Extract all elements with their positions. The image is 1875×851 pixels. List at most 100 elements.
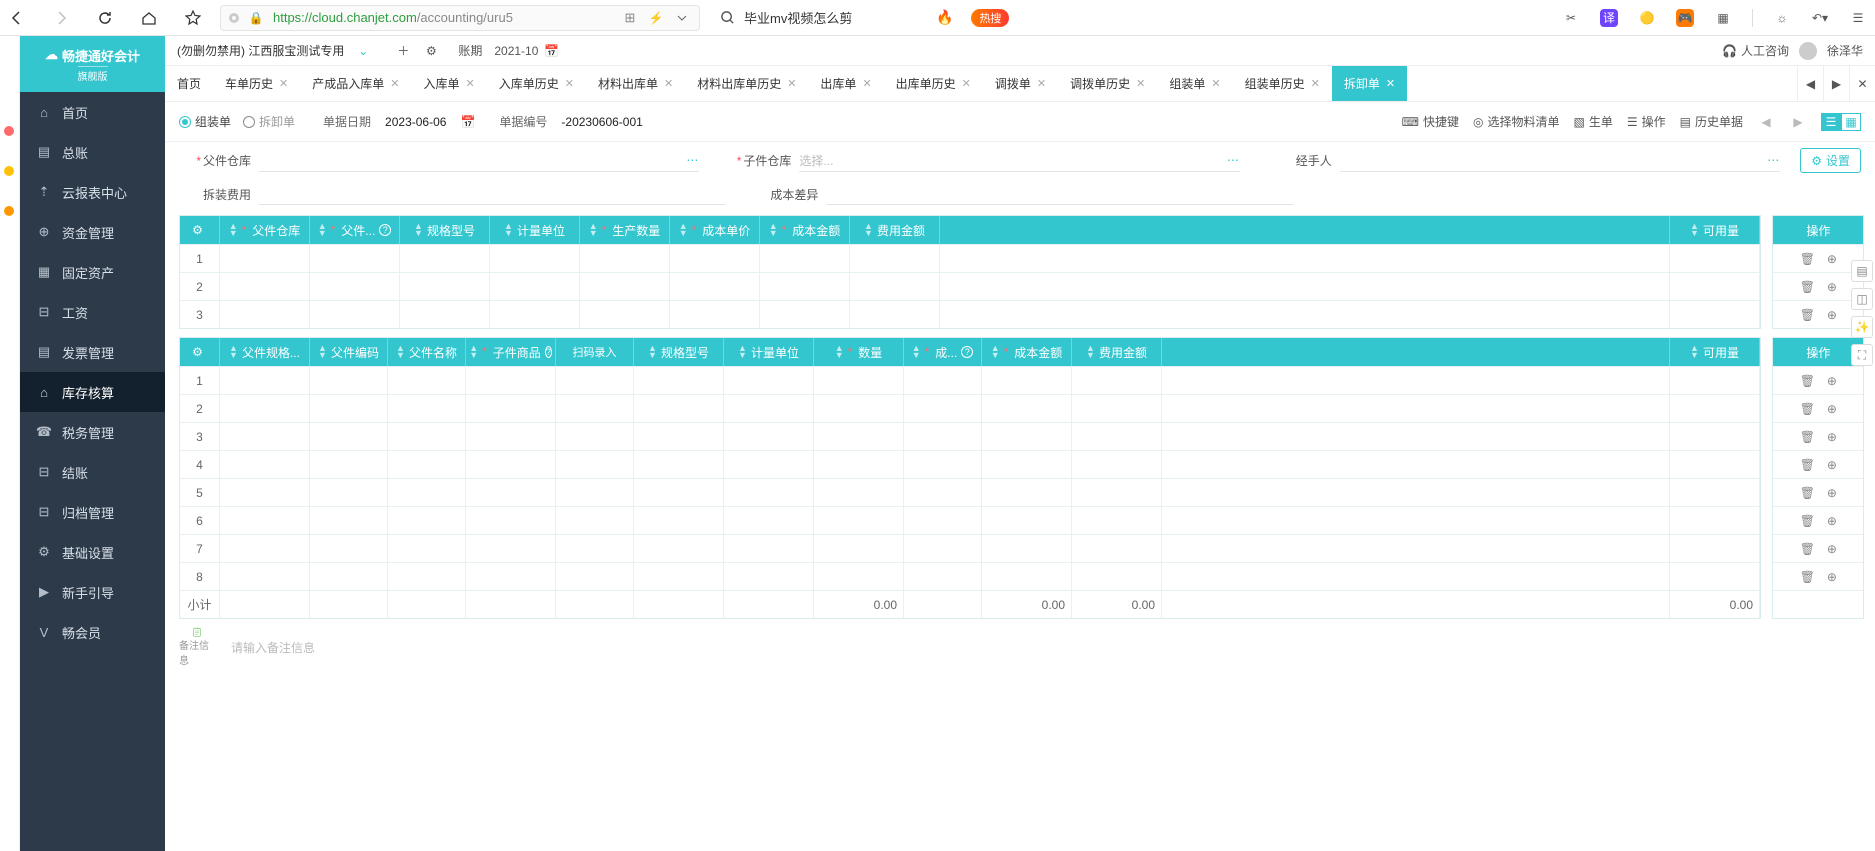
sort-icon[interactable]: ▲▼ <box>589 223 598 237</box>
cell[interactable] <box>1072 451 1162 478</box>
table-row[interactable]: 7 <box>180 534 1760 562</box>
cell[interactable] <box>1670 395 1760 422</box>
tabs-prev[interactable]: ◀ <box>1797 66 1823 101</box>
cell[interactable] <box>220 367 310 394</box>
cell[interactable] <box>388 423 466 450</box>
delete-icon[interactable]: 🗑 <box>1800 430 1815 444</box>
cell[interactable] <box>466 367 556 394</box>
cell[interactable] <box>388 563 466 590</box>
gear-icon[interactable]: ⚙ <box>422 42 440 60</box>
table-row[interactable]: 5 <box>180 478 1760 506</box>
cell[interactable] <box>814 563 904 590</box>
tab-入库单历史[interactable]: 入库单历史✕ <box>487 66 586 101</box>
tab-车单历史[interactable]: 车单历史✕ <box>213 66 300 101</box>
restore-icon[interactable]: ↶▾ <box>1811 9 1829 27</box>
user-name[interactable]: 徐泽华 <box>1827 42 1863 59</box>
cell[interactable] <box>814 395 904 422</box>
cell[interactable] <box>556 451 634 478</box>
cell[interactable] <box>904 535 982 562</box>
cell[interactable] <box>634 451 724 478</box>
cell[interactable] <box>634 507 724 534</box>
hot-label[interactable]: 热搜 <box>971 9 1009 27</box>
sort-icon[interactable]: ▲▼ <box>318 345 327 359</box>
chevron-down-icon[interactable] <box>673 9 691 27</box>
cell[interactable] <box>904 563 982 590</box>
game-icon[interactable]: 🎮 <box>1676 9 1694 27</box>
cell[interactable] <box>940 273 1670 300</box>
cell[interactable] <box>982 563 1072 590</box>
sort-icon[interactable]: ▲▼ <box>912 345 921 359</box>
sort-icon[interactable]: ▲▼ <box>414 223 423 237</box>
sidebar-item-report[interactable]: ⇡云报表中心 <box>20 172 165 212</box>
info-icon[interactable]: ? <box>545 346 552 358</box>
col-header[interactable]: ▲▼*数量 <box>814 338 904 366</box>
col-header[interactable]: ▲▼*父件...? <box>310 216 400 244</box>
tabs-close-all[interactable]: ✕ <box>1849 66 1875 101</box>
cell[interactable] <box>1670 423 1760 450</box>
cell[interactable] <box>388 451 466 478</box>
cell[interactable] <box>634 535 724 562</box>
cell[interactable] <box>1162 507 1670 534</box>
cell[interactable] <box>310 507 388 534</box>
cell[interactable] <box>220 479 310 506</box>
cell[interactable] <box>814 451 904 478</box>
sort-icon[interactable]: ▲▼ <box>679 223 688 237</box>
rt-magic-icon[interactable]: ✨ <box>1851 316 1873 338</box>
tab-出库单[interactable]: 出库单✕ <box>808 66 883 101</box>
delete-icon[interactable]: 🗑 <box>1800 374 1815 388</box>
cell[interactable] <box>388 479 466 506</box>
close-icon[interactable]: ✕ <box>862 77 871 90</box>
cell[interactable] <box>310 367 388 394</box>
col-header[interactable]: 扫码录入 <box>556 338 634 366</box>
reload-icon[interactable] <box>96 9 114 27</box>
handler-input[interactable]: ⋯ <box>1340 150 1780 172</box>
cell[interactable] <box>940 245 1670 272</box>
sidebar-item-asset[interactable]: ▦固定资产 <box>20 252 165 292</box>
cell[interactable] <box>982 423 1072 450</box>
cell[interactable] <box>760 301 850 328</box>
cell[interactable] <box>724 423 814 450</box>
cell[interactable] <box>1162 395 1670 422</box>
gear-icon[interactable]: ⚙ <box>192 345 203 359</box>
cell[interactable] <box>850 245 940 272</box>
cell[interactable] <box>310 395 388 422</box>
col-header[interactable]: ▲▼计量单位 <box>724 338 814 366</box>
cell[interactable] <box>220 451 310 478</box>
sort-icon[interactable]: ▲▼ <box>229 345 238 359</box>
col-header[interactable]: ▲▼父件规格... <box>220 338 310 366</box>
col-header[interactable] <box>940 216 1670 244</box>
cell[interactable] <box>556 507 634 534</box>
cell[interactable] <box>1670 535 1760 562</box>
more-icon[interactable]: ⋯ <box>1767 153 1780 167</box>
cell[interactable] <box>220 507 310 534</box>
cell[interactable] <box>220 273 310 300</box>
tab-调拨单[interactable]: 调拨单✕ <box>983 66 1058 101</box>
col-header[interactable]: ▲▼可用量 <box>1670 338 1760 366</box>
cell[interactable]: 8 <box>180 563 220 590</box>
cell[interactable] <box>310 245 400 272</box>
cell[interactable] <box>400 245 490 272</box>
cell[interactable] <box>490 245 580 272</box>
view-card[interactable]: ▦ <box>1841 113 1861 131</box>
add-row-icon[interactable]: ⊕ <box>1827 486 1837 500</box>
cell[interactable] <box>850 301 940 328</box>
table-row[interactable]: 2 <box>180 272 1760 300</box>
add-row-icon[interactable]: ⊕ <box>1827 308 1837 322</box>
cell[interactable] <box>400 301 490 328</box>
cell[interactable] <box>310 273 400 300</box>
calendar-icon[interactable]: 📅 <box>544 44 559 58</box>
cell[interactable] <box>388 507 466 534</box>
cell[interactable] <box>580 245 670 272</box>
cell[interactable]: 1 <box>180 367 220 394</box>
cell[interactable] <box>220 245 310 272</box>
wallet-icon[interactable]: 🟡 <box>1638 9 1656 27</box>
qr-icon[interactable]: ⊞ <box>621 9 639 27</box>
cell[interactable] <box>1670 563 1760 590</box>
sidebar-item-archive[interactable]: ⊟归档管理 <box>20 492 165 532</box>
cell[interactable] <box>814 507 904 534</box>
cell[interactable] <box>466 451 556 478</box>
table-row[interactable]: 6 <box>180 506 1760 534</box>
date-value[interactable]: 2023-06-06 <box>385 115 446 129</box>
company-dropdown-icon[interactable]: ⌄ <box>354 42 372 60</box>
cell[interactable] <box>904 395 982 422</box>
